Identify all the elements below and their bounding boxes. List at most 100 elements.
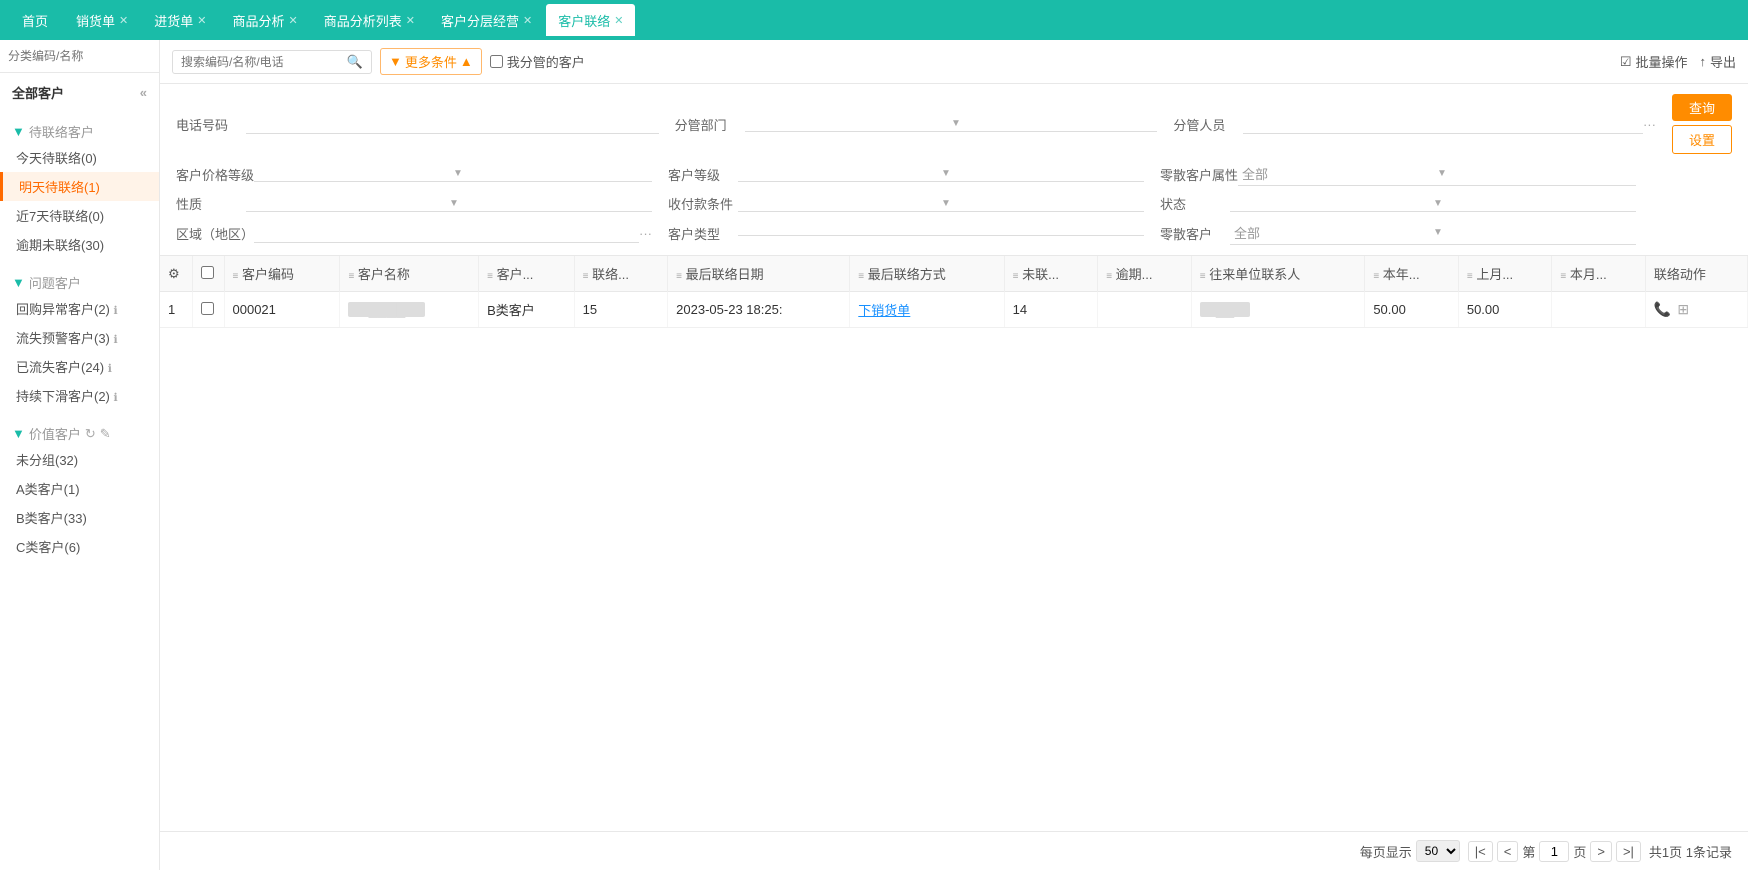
sidebar-search-input[interactable] xyxy=(8,49,160,63)
sidebar-item-overdue[interactable]: 逾期未联络(30) xyxy=(0,230,159,259)
filter-search-input[interactable] xyxy=(181,55,343,69)
page-number-input[interactable] xyxy=(1539,841,1569,862)
table-footer: 每页显示 50 |< < 第 页 > >| 共1页 1条记录 xyxy=(160,831,1748,870)
sidebar-item-ungrouped[interactable]: 未分组(32) xyxy=(0,445,159,474)
area-label: 区域（地区） xyxy=(176,224,254,243)
close-icon[interactable]: ✕ xyxy=(119,14,128,27)
info-icon: ℹ xyxy=(114,305,118,317)
sidebar-group-value: ▼ 价值客户 ↻ ✎ 未分组(32) A类客户(1) B类客户(33) C类客户… xyxy=(0,414,159,565)
first-page-button[interactable]: |< xyxy=(1468,841,1493,862)
next-page-button[interactable]: > xyxy=(1590,841,1612,862)
retail-attr-select[interactable]: 全部 ▼ xyxy=(1238,162,1636,186)
search-icon[interactable]: 🔍 xyxy=(347,54,363,70)
nature-select[interactable]: ▼ xyxy=(246,196,652,212)
triangle-icon: ▼ xyxy=(12,275,25,290)
sidebar-item-b-class[interactable]: B类客户(33) xyxy=(0,503,159,532)
settings-button[interactable]: 设置 xyxy=(1672,125,1732,154)
content-area: 🔍 ▼ 更多条件 ▲ 我分管的客户 ☑ 批量操作 ↑ 导出 xyxy=(160,40,1748,870)
refresh-icon[interactable]: ↻ xyxy=(85,426,96,442)
status-select[interactable]: ▼ xyxy=(1230,196,1636,212)
col-icon: ≡ xyxy=(583,271,589,282)
col-icon: ≡ xyxy=(233,271,239,282)
col-checkbox[interactable] xyxy=(192,256,224,292)
nav-tab-customer-tier[interactable]: 客户分层经营 ✕ xyxy=(429,4,544,36)
chevron-down-icon: ▼ xyxy=(1433,227,1632,238)
nav-tab-product-analysis-list[interactable]: 商品分析列表 ✕ xyxy=(312,4,427,36)
my-customers-filter[interactable]: 我分管的客户 xyxy=(490,52,585,71)
phone-label: 电话号码 xyxy=(176,115,246,134)
close-icon[interactable]: ✕ xyxy=(523,14,532,27)
customer-level-field: 客户等级 ▼ xyxy=(668,165,1144,184)
sidebar-item-repurchase-anomaly[interactable]: 回购异常客户(2) ℹ xyxy=(0,294,159,323)
row-select-checkbox[interactable] xyxy=(201,302,214,315)
last-page-button[interactable]: >| xyxy=(1616,841,1641,862)
price-level-label: 客户价格等级 xyxy=(176,165,254,184)
header-right-actions: ☑ 批量操作 ↑ 导出 xyxy=(1620,52,1736,71)
nav-home[interactable]: 首页 xyxy=(8,7,62,34)
my-customers-checkbox[interactable] xyxy=(490,55,503,68)
col-this-month: ≡ 本月... xyxy=(1552,256,1646,292)
col-customer-name: ≡ 客户名称 xyxy=(340,256,479,292)
close-icon[interactable]: ✕ xyxy=(197,14,206,27)
dept-label: 分管部门 xyxy=(675,115,745,134)
filter-more-conditions[interactable]: ▼ 更多条件 ▲ xyxy=(380,48,482,75)
select-all-checkbox[interactable] xyxy=(201,266,214,279)
sidebar-item-churned[interactable]: 已流失客户(24) ℹ xyxy=(0,352,159,381)
sidebar-item-a-class[interactable]: A类客户(1) xyxy=(0,474,159,503)
sidebar-all-customers[interactable]: 全部客户 « xyxy=(0,77,159,108)
info-icon: ℹ xyxy=(108,363,112,375)
close-icon[interactable]: ✕ xyxy=(406,14,415,27)
nav-tab-customer-contact[interactable]: 客户联络 ✕ xyxy=(546,4,635,36)
export-button[interactable]: ↑ 导出 xyxy=(1699,52,1736,71)
triangle-icon: ▼ xyxy=(12,124,25,139)
sidebar-item-declining[interactable]: 持续下滑客户(2) ℹ xyxy=(0,381,159,410)
chevron-down-icon: ▼ xyxy=(1437,168,1632,179)
batch-operations-button[interactable]: ☑ 批量操作 xyxy=(1620,52,1688,71)
phone-action-icon[interactable]: 📞 xyxy=(1654,301,1671,318)
col-not-contacted: ≡ 未联... xyxy=(1004,256,1098,292)
close-icon[interactable]: ✕ xyxy=(614,14,623,27)
col-customer-type: ≡ 客户... xyxy=(479,256,575,292)
area-input[interactable] xyxy=(254,224,639,243)
more-icon[interactable]: ··· xyxy=(639,226,652,241)
row-last-contact-method[interactable]: 下销货单 xyxy=(850,292,1004,328)
settings-icon[interactable]: ⚙ xyxy=(168,266,180,281)
prev-page-button[interactable]: < xyxy=(1497,841,1519,862)
col-last-contact-date: ≡ 最后联络日期 xyxy=(668,256,850,292)
nav-tab-product-analysis[interactable]: 商品分析 ✕ xyxy=(220,4,309,36)
sidebar-item-today[interactable]: 今天待联络(0) xyxy=(0,143,159,172)
col-icon: ≡ xyxy=(348,271,354,282)
sidebar-item-c-class[interactable]: C类客户(6) xyxy=(0,532,159,561)
retail-attr-label: 零散客户属性 xyxy=(1160,165,1238,184)
page-size-select[interactable]: 50 xyxy=(1416,840,1460,862)
query-button[interactable]: 查询 xyxy=(1672,94,1732,121)
payment-field: 收付款条件 ▼ xyxy=(668,194,1144,213)
more-icon[interactable]: ··· xyxy=(1643,117,1656,132)
contact-method-link[interactable]: 下销货单 xyxy=(858,303,910,318)
nav-tab-sales[interactable]: 销货单 ✕ xyxy=(64,4,140,36)
customer-level-select[interactable]: ▼ xyxy=(738,166,1144,182)
checkbox-icon: ☑ xyxy=(1620,54,1632,70)
info-icon: ℹ xyxy=(114,392,118,404)
status-field: 状态 ▼ xyxy=(1160,194,1636,213)
retail-select[interactable]: 全部 ▼ xyxy=(1230,221,1636,245)
manager-input[interactable] xyxy=(1243,115,1643,134)
price-level-select[interactable]: ▼ xyxy=(254,166,652,182)
col-settings[interactable]: ⚙ xyxy=(160,256,192,292)
customer-table: ⚙ ≡ 客户编码 ≡ 客户名称 xyxy=(160,256,1748,328)
sidebar-item-7days[interactable]: 近7天待联络(0) xyxy=(0,201,159,230)
nav-tab-purchase[interactable]: 进货单 ✕ xyxy=(142,4,218,36)
row-checkbox[interactable] xyxy=(192,292,224,328)
grid-action-icon[interactable]: ⊞ xyxy=(1677,301,1689,318)
phone-input[interactable] xyxy=(246,115,659,134)
customer-level-label: 客户等级 xyxy=(668,165,738,184)
filter-search-box[interactable]: 🔍 xyxy=(172,50,372,74)
customer-type-select[interactable] xyxy=(738,231,1144,236)
row-last-contact-date: 2023-05-23 18:25: xyxy=(668,292,850,328)
close-icon[interactable]: ✕ xyxy=(289,14,298,27)
payment-select[interactable]: ▼ xyxy=(738,196,1144,212)
sidebar-item-churn-warning[interactable]: 流失预警客户(3) ℹ xyxy=(0,323,159,352)
edit-icon[interactable]: ✎ xyxy=(100,426,111,442)
dept-select[interactable]: ▼ xyxy=(745,116,1158,132)
sidebar-item-tomorrow[interactable]: 明天待联络(1) xyxy=(0,172,159,201)
